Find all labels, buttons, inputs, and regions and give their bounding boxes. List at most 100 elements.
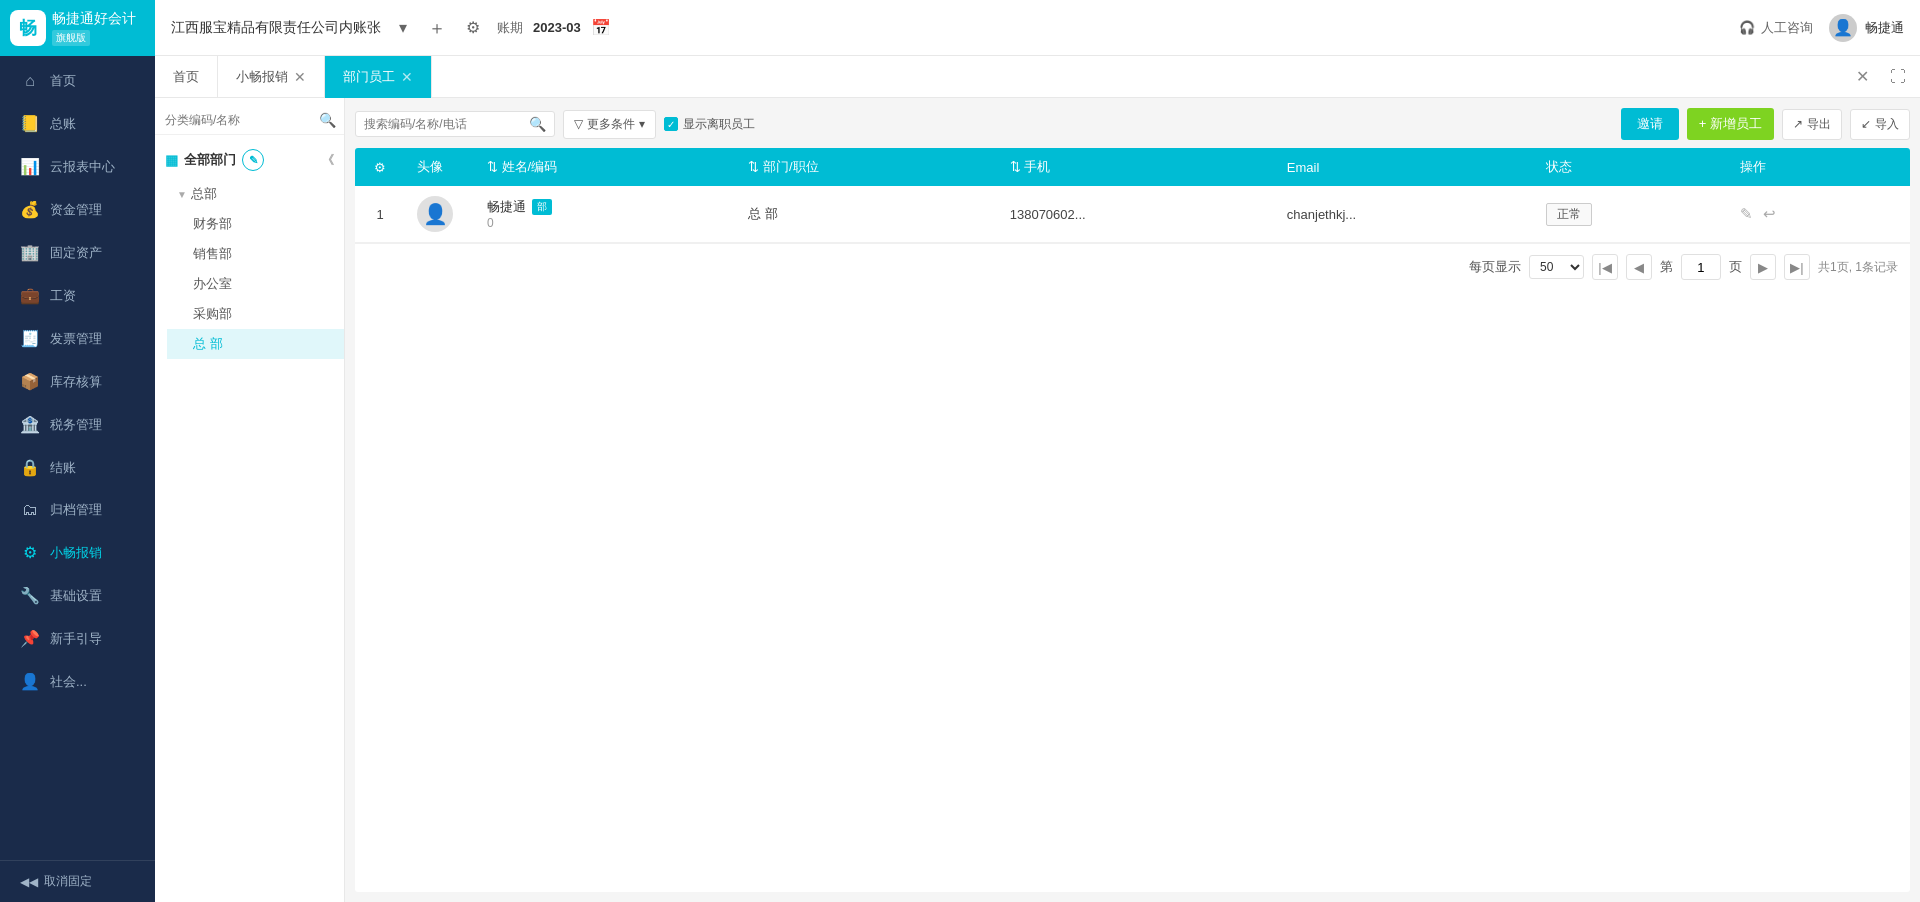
sidebar-logo: 畅 畅捷通好会计 旗舰版 xyxy=(0,0,155,56)
sidebar-item-funds-label: 资金管理 xyxy=(50,201,102,219)
sidebar-item-closing[interactable]: 🔒 结账 xyxy=(0,446,155,489)
row-phone-cell: 138070602... xyxy=(998,186,1275,243)
show-resigned-label: 显示离职员工 xyxy=(683,116,755,133)
tab-close-btn[interactable]: ✕ xyxy=(1848,63,1876,91)
row-name-cell: 畅捷通 部 0 xyxy=(475,186,736,243)
tab-department-label: 部门员工 xyxy=(343,68,395,86)
per-page-label: 每页显示 xyxy=(1469,258,1521,276)
add-company-btn[interactable]: ＋ xyxy=(425,16,449,40)
sidebar-item-more-label: 社会... xyxy=(50,673,87,691)
per-page-select[interactable]: 50 100 200 xyxy=(1529,255,1584,279)
export-btn[interactable]: ↗ 导出 xyxy=(1782,109,1842,140)
sidebar-item-tax[interactable]: 🏦 税务管理 xyxy=(0,403,155,446)
dept-child-purchasing[interactable]: 采购部 xyxy=(167,299,344,329)
sidebar: 畅 畅捷通好会计 旗舰版 ⌂ 首页 📒 总账 📊 云报表中心 💰 资金管理 🏢 … xyxy=(0,0,155,902)
col-phone[interactable]: ⇅ 手机 xyxy=(998,148,1275,186)
sidebar-item-salary[interactable]: 💼 工资 xyxy=(0,274,155,317)
period-value: 2023-03 xyxy=(533,20,581,35)
page-unit: 页 xyxy=(1729,258,1742,276)
sidebar-item-home[interactable]: ⌂ 首页 xyxy=(0,60,155,102)
dept-child-finance[interactable]: 财务部 xyxy=(167,209,344,239)
sidebar-item-funds[interactable]: 💰 资金管理 xyxy=(0,188,155,231)
dept-child-office[interactable]: 办公室 xyxy=(167,269,344,299)
checkbox-resigned[interactable]: ✓ xyxy=(664,117,678,131)
sidebar-item-reports[interactable]: 📊 云报表中心 xyxy=(0,145,155,188)
tab-expand-btn[interactable]: ⛶ xyxy=(1884,63,1912,91)
page-first-btn[interactable]: |◀ xyxy=(1592,254,1618,280)
page-next-btn[interactable]: ▶ xyxy=(1750,254,1776,280)
employee-table-wrapper: ⚙ 头像 ⇅ 姓名/编码 ⇅ 部门/职位 ⇅ 手机 Email 状态 操作 1 xyxy=(355,148,1910,892)
row-dept-cell: 总 部 xyxy=(736,186,997,243)
sidebar-item-more[interactable]: 👤 社会... xyxy=(0,660,155,703)
col-dept[interactable]: ⇅ 部门/职位 xyxy=(736,148,997,186)
sidebar-item-inventory-label: 库存核算 xyxy=(50,373,102,391)
col-settings[interactable]: ⚙ xyxy=(355,148,405,186)
dept-search-icon[interactable]: 🔍 xyxy=(319,112,336,128)
sidebar-item-guide[interactable]: 📌 新手引导 xyxy=(0,617,155,660)
sidebar-item-archive[interactable]: 🗂 归档管理 xyxy=(0,489,155,531)
page-input[interactable] xyxy=(1681,254,1721,280)
edit-btn[interactable]: ✎ xyxy=(1740,205,1753,222)
avatar: 👤 xyxy=(1829,14,1857,42)
dept-collapse-btn[interactable]: 《 xyxy=(322,152,334,169)
col-email: Email xyxy=(1275,148,1534,186)
tab-expense[interactable]: 小畅报销 ✕ xyxy=(218,56,325,98)
sidebar-pin-label: 取消固定 xyxy=(44,873,92,890)
dept-child-sales[interactable]: 销售部 xyxy=(167,239,344,269)
dept-edit-btn[interactable]: ✎ xyxy=(242,149,264,171)
page-prev-btn[interactable]: ◀ xyxy=(1626,254,1652,280)
import-label: 导入 xyxy=(1875,116,1899,133)
dept-group: 总部 财务部 销售部 办公室 采购部 总 部 xyxy=(155,179,344,359)
sidebar-pin-btn[interactable]: ◀◀ 取消固定 xyxy=(0,860,155,902)
period-label: 账期 xyxy=(497,19,523,37)
topbar: 江西服宝精品有限责任公司内账张 ▾ ＋ ⚙ 账期 2023-03 📅 🎧 人工咨… xyxy=(155,0,1920,56)
export-label: 导出 xyxy=(1807,116,1831,133)
add-employee-btn[interactable]: + 新增员工 xyxy=(1687,108,1774,140)
sidebar-item-home-label: 首页 xyxy=(50,72,76,90)
dept-search-input[interactable] xyxy=(165,113,315,127)
sidebar-item-inventory[interactable]: 📦 库存核算 xyxy=(0,360,155,403)
tab-expense-close[interactable]: ✕ xyxy=(294,69,306,85)
toolbar: 🔍 ▽ 更多条件 ▾ ✓ 显示离职员工 邀请 + 新增员工 ↗ 导出 xyxy=(355,108,1910,140)
dept-tree: ▦ 全部部门 ✎ 《 总部 财务部 销售部 办公室 xyxy=(155,135,344,365)
settings-btn[interactable]: ⚙ xyxy=(459,14,487,42)
employee-search-input[interactable] xyxy=(364,117,523,131)
tab-department[interactable]: 部门员工 ✕ xyxy=(325,56,432,98)
show-resigned-toggle[interactable]: ✓ 显示离职员工 xyxy=(664,116,755,133)
employee-code: 0 xyxy=(487,216,724,230)
calendar-icon[interactable]: 📅 xyxy=(591,18,611,37)
export-icon: ↗ xyxy=(1793,117,1803,131)
toolbar-right: 邀请 + 新增员工 ↗ 导出 ↙ 导入 xyxy=(1621,108,1910,140)
invite-btn[interactable]: 邀请 xyxy=(1621,108,1679,140)
employee-table: ⚙ 头像 ⇅ 姓名/编码 ⇅ 部门/职位 ⇅ 手机 Email 状态 操作 1 xyxy=(355,148,1910,243)
sidebar-item-ledger[interactable]: 📒 总账 xyxy=(0,102,155,145)
sidebar-item-assets[interactable]: 🏢 固定资产 xyxy=(0,231,155,274)
filter-icon: ▽ xyxy=(574,117,583,131)
dept-child-general[interactable]: 总 部 xyxy=(167,329,344,359)
consult-btn[interactable]: 🎧 人工咨询 xyxy=(1739,19,1813,37)
user-info[interactable]: 👤 畅捷通 xyxy=(1829,14,1904,42)
tab-home[interactable]: 首页 xyxy=(155,56,218,98)
sidebar-item-settings[interactable]: 🔧 基础设置 xyxy=(0,574,155,617)
grid-icon: ▦ xyxy=(165,152,178,168)
page-last-btn[interactable]: ▶| xyxy=(1784,254,1810,280)
sidebar-item-expense[interactable]: ⚙ 小畅报销 xyxy=(0,531,155,574)
employee-search-icon[interactable]: 🔍 xyxy=(529,116,546,132)
logout-btn[interactable]: ↩ xyxy=(1763,205,1776,222)
trial-badge: 旗舰版 xyxy=(52,30,90,46)
col-name[interactable]: ⇅ 姓名/编码 xyxy=(475,148,736,186)
tab-home-label: 首页 xyxy=(173,68,199,86)
sidebar-item-invoice[interactable]: 🧾 发票管理 xyxy=(0,317,155,360)
import-btn[interactable]: ↙ 导入 xyxy=(1850,109,1910,140)
sidebar-nav: ⌂ 首页 📒 总账 📊 云报表中心 💰 资金管理 🏢 固定资产 💼 工资 🧾 发… xyxy=(0,56,155,860)
company-name: 江西服宝精品有限责任公司内账张 xyxy=(171,19,381,37)
tab-department-close[interactable]: ✕ xyxy=(401,69,413,85)
dept-all-row[interactable]: ▦ 全部部门 ✎ 《 xyxy=(155,141,344,179)
employee-name: 畅捷通 部 xyxy=(487,198,724,216)
dept-parent-headquarter[interactable]: 总部 xyxy=(167,179,344,209)
archive-icon: 🗂 xyxy=(20,501,40,519)
more-icon: 👤 xyxy=(20,672,40,691)
dept-parent-label: 总部 xyxy=(191,185,217,203)
more-filter-btn[interactable]: ▽ 更多条件 ▾ xyxy=(563,110,656,139)
company-dropdown-btn[interactable]: ▾ xyxy=(391,16,415,40)
